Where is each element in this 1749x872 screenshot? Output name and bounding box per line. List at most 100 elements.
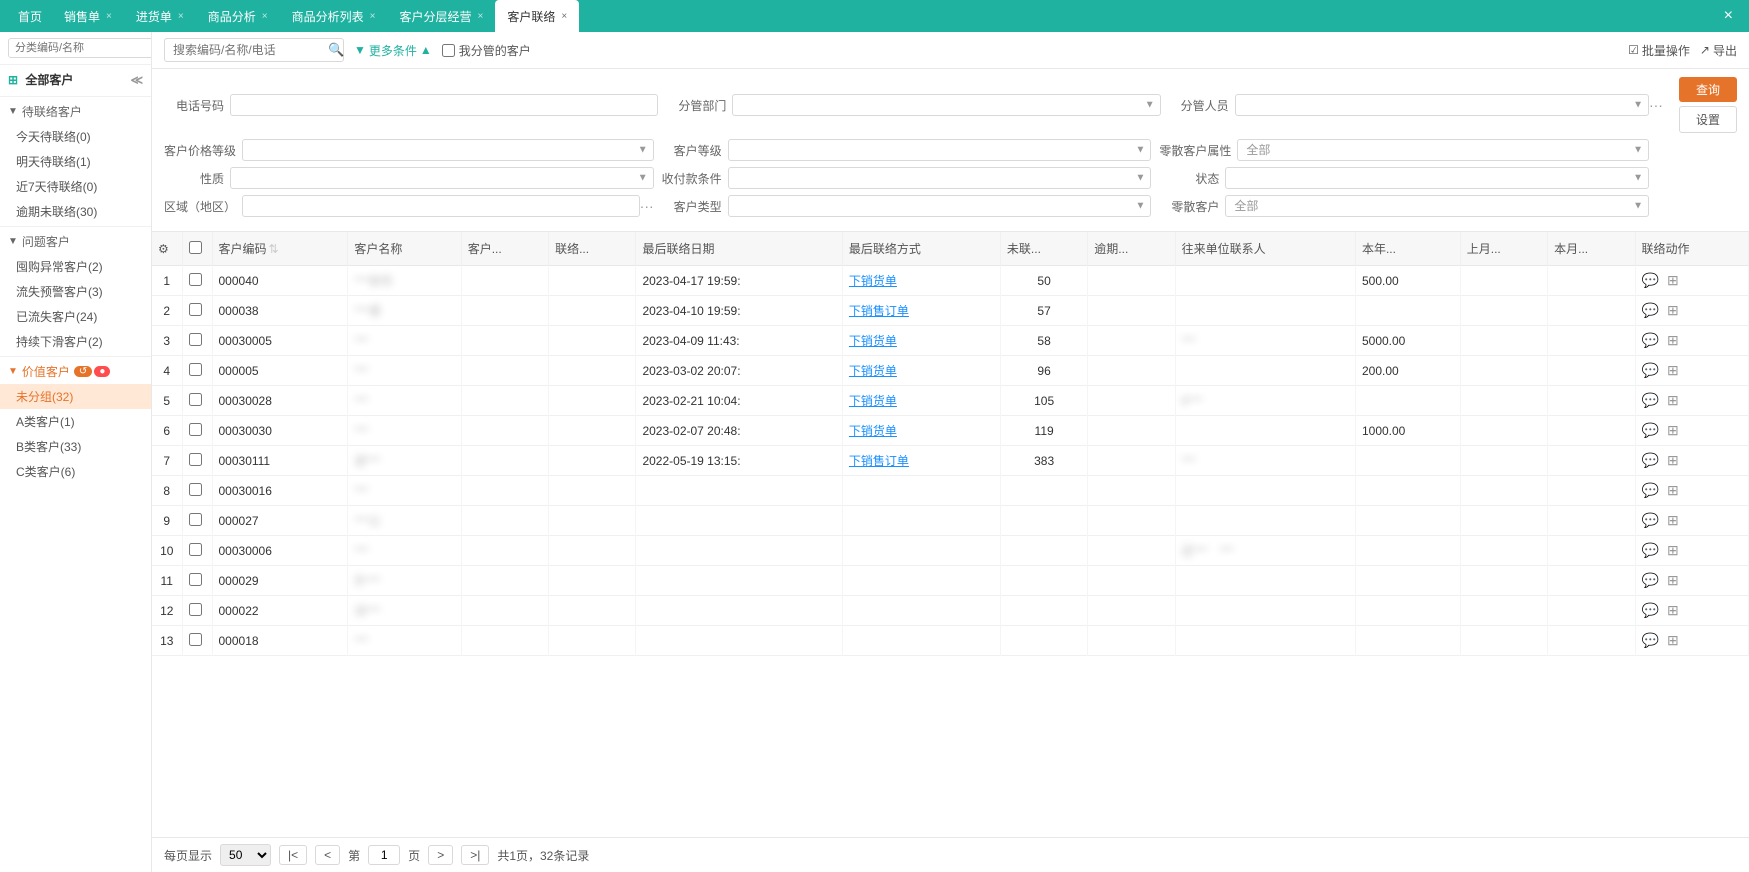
cell-checkbox[interactable] [182, 326, 212, 356]
comment-icon[interactable]: 💬 [1642, 602, 1659, 619]
row-checkbox[interactable] [189, 573, 202, 586]
action-icons[interactable]: 💬⊞ [1642, 332, 1742, 349]
filter-payment-select[interactable] [728, 167, 1152, 189]
row-checkbox[interactable] [189, 333, 202, 346]
export-btn[interactable]: ↗ 导出 [1700, 42, 1737, 59]
grid-action-icon[interactable]: ⊞ [1667, 362, 1679, 379]
row-checkbox[interactable] [189, 423, 202, 436]
col-checkbox[interactable] [182, 232, 212, 266]
action-icons[interactable]: 💬⊞ [1642, 482, 1742, 499]
action-icons[interactable]: 💬⊞ [1642, 452, 1742, 469]
close-customer-segment-tab-icon[interactable]: × [477, 11, 483, 22]
more-dots-icon[interactable]: ··· [1649, 97, 1663, 113]
comment-icon[interactable]: 💬 [1642, 302, 1659, 319]
comment-icon[interactable]: 💬 [1642, 542, 1659, 559]
sidebar-group-problem[interactable]: ▼ 问题客户 [0, 229, 151, 254]
action-icons[interactable]: 💬⊞ [1642, 542, 1742, 559]
filter-phone-input[interactable] [230, 94, 658, 116]
tab-product-analysis[interactable]: 商品分析 × [196, 0, 280, 32]
cell-checkbox[interactable] [182, 296, 212, 326]
cell-checkbox[interactable] [182, 596, 212, 626]
grid-action-icon[interactable]: ⊞ [1667, 482, 1679, 499]
sidebar-search-input[interactable] [8, 38, 152, 58]
row-checkbox[interactable] [189, 393, 202, 406]
row-checkbox[interactable] [189, 513, 202, 526]
action-icons[interactable]: 💬⊞ [1642, 362, 1742, 379]
cell-last-contact-way[interactable]: 下销售订单 [842, 446, 1000, 476]
cell-action[interactable]: 💬⊞ [1635, 416, 1748, 446]
cell-last-contact-way[interactable]: 下销货单 [842, 356, 1000, 386]
comment-icon[interactable]: 💬 [1642, 272, 1659, 289]
sidebar-group-pending[interactable]: ▼ 待联络客户 [0, 99, 151, 124]
area-dots-icon[interactable]: ··· [640, 198, 654, 214]
grid-action-icon[interactable]: ⊞ [1667, 422, 1679, 439]
sidebar-group-value-score[interactable]: ▼ 价值客户 ↺ ● [0, 359, 151, 384]
settings-icon[interactable]: ⚙ [158, 242, 169, 256]
cell-checkbox[interactable] [182, 476, 212, 506]
sidebar-item-lost[interactable]: 已流失客户(24) [0, 304, 151, 329]
page-input[interactable] [368, 845, 400, 865]
cell-action[interactable]: 💬⊞ [1635, 626, 1748, 656]
tab-customer-contact[interactable]: 客户联络 × [495, 0, 579, 32]
cell-last-contact-way[interactable]: 下销货单 [842, 326, 1000, 356]
comment-icon[interactable]: 💬 [1642, 512, 1659, 529]
sidebar-item-c-class[interactable]: C类客户(6) [0, 459, 151, 484]
cell-checkbox[interactable] [182, 446, 212, 476]
sidebar-item-loss-warning[interactable]: 流失预警客户(3) [0, 279, 151, 304]
query-button[interactable]: 查询 [1679, 77, 1737, 102]
cell-checkbox[interactable] [182, 566, 212, 596]
action-icons[interactable]: 💬⊞ [1642, 512, 1742, 529]
cell-action[interactable]: 💬⊞ [1635, 566, 1748, 596]
cell-checkbox[interactable] [182, 536, 212, 566]
sidebar-item-a-class[interactable]: A类客户(1) [0, 409, 151, 434]
col-settings[interactable]: ⚙ [152, 232, 182, 266]
cell-last-contact-way[interactable]: 下销货单 [842, 416, 1000, 446]
grid-action-icon[interactable]: ⊞ [1667, 332, 1679, 349]
comment-icon[interactable]: 💬 [1642, 392, 1659, 409]
close-product-analysis-list-tab-icon[interactable]: × [370, 11, 376, 22]
comment-icon[interactable]: 💬 [1642, 332, 1659, 349]
tab-customer-segment[interactable]: 客户分层经营 × [387, 0, 495, 32]
sidebar-item-overdue[interactable]: 逾期未联络(30) [0, 199, 151, 224]
cell-checkbox[interactable] [182, 266, 212, 296]
reset-button[interactable]: 设置 [1679, 106, 1737, 133]
filter-nature-select[interactable] [230, 167, 654, 189]
grid-action-icon[interactable]: ⊞ [1667, 512, 1679, 529]
sidebar-all-customers-header[interactable]: ⊞ 全部客户 ≪ [0, 65, 151, 94]
cell-action[interactable]: 💬⊞ [1635, 446, 1748, 476]
filter-customer-type-select[interactable] [728, 195, 1152, 217]
cell-last-contact-way[interactable]: 下销货单 [842, 386, 1000, 416]
action-icons[interactable]: 💬⊞ [1642, 422, 1742, 439]
cell-action[interactable]: 💬⊞ [1635, 596, 1748, 626]
comment-icon[interactable]: 💬 [1642, 482, 1659, 499]
row-checkbox[interactable] [189, 483, 202, 496]
action-icons[interactable]: 💬⊞ [1642, 392, 1742, 409]
collapse-icon[interactable]: ≪ [130, 73, 143, 87]
close-customer-contact-tab-icon[interactable]: × [561, 11, 567, 22]
first-page-btn[interactable]: |< [279, 845, 307, 865]
comment-icon[interactable]: 💬 [1642, 362, 1659, 379]
cell-action[interactable]: 💬⊞ [1635, 296, 1748, 326]
tab-sales[interactable]: 销售单 × [52, 0, 124, 32]
grid-action-icon[interactable]: ⊞ [1667, 272, 1679, 289]
comment-icon[interactable]: 💬 [1642, 572, 1659, 589]
sidebar-item-b-class[interactable]: B类客户(33) [0, 434, 151, 459]
row-checkbox[interactable] [189, 543, 202, 556]
action-icons[interactable]: 💬⊞ [1642, 572, 1742, 589]
sidebar-item-abnormal[interactable]: 囤购异常客户(2) [0, 254, 151, 279]
filter-retail-attr-select[interactable]: 全部 [1237, 139, 1649, 161]
cell-last-contact-way[interactable]: 下销售订单 [842, 296, 1000, 326]
row-checkbox[interactable] [189, 453, 202, 466]
comment-icon[interactable]: 💬 [1642, 422, 1659, 439]
filter-status-select[interactable] [1225, 167, 1649, 189]
sidebar-item-today[interactable]: 今天待联络(0) [0, 124, 151, 149]
cell-action[interactable]: 💬⊞ [1635, 266, 1748, 296]
sidebar-item-declining[interactable]: 持续下滑客户(2) [0, 329, 151, 354]
filter-price-level-select[interactable] [242, 139, 654, 161]
grid-action-icon[interactable]: ⊞ [1667, 602, 1679, 619]
action-icons[interactable]: 💬⊞ [1642, 302, 1742, 319]
cell-checkbox[interactable] [182, 506, 212, 536]
sidebar-item-7days[interactable]: 近7天待联络(0) [0, 174, 151, 199]
search-icon[interactable]: 🔍 [328, 42, 344, 58]
cell-action[interactable]: 💬⊞ [1635, 506, 1748, 536]
